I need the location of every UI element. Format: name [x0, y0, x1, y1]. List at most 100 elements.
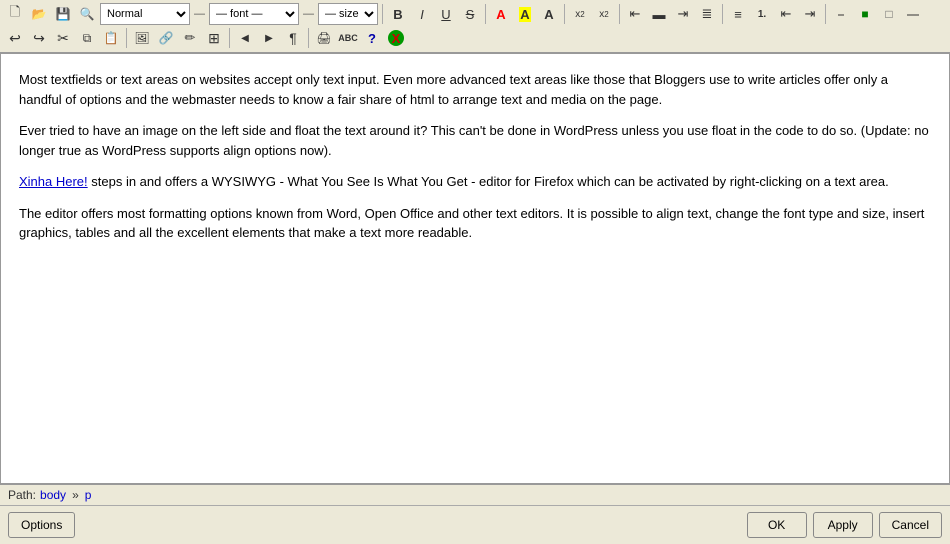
copy-button[interactable]: ⧉: [76, 27, 98, 49]
color-fg-icon: A: [496, 7, 505, 22]
p-link[interactable]: p: [85, 488, 92, 502]
bgcolor-button[interactable]: ■: [854, 3, 876, 25]
fgcolor-icon: □: [885, 7, 892, 21]
help-button[interactable]: ?: [361, 27, 383, 49]
align-right-button[interactable]: ⇥: [672, 3, 694, 25]
cancel-button[interactable]: Cancel: [879, 512, 942, 538]
separator-2: [485, 4, 486, 24]
xinha-icon: X: [388, 30, 404, 46]
align-justify-button[interactable]: ≣: [696, 3, 718, 25]
link-button[interactable]: 🔗: [155, 27, 177, 49]
indent-button[interactable]: ⇥: [799, 3, 821, 25]
paragraph-1: Most textfields or text areas on website…: [19, 70, 931, 109]
list-ul-button[interactable]: ≡: [727, 3, 749, 25]
color-bg-button[interactable]: A: [514, 3, 536, 25]
paragraph-3: Xinha Here! steps in and offers a WYSIWY…: [19, 172, 931, 192]
ok-button[interactable]: OK: [747, 512, 807, 538]
separator-4: [619, 4, 620, 24]
align-justify-icon: ≣: [702, 6, 713, 22]
link-icon: 🔗: [159, 31, 174, 45]
print-button[interactable]: [313, 27, 335, 49]
spell-icon: ABC: [338, 33, 358, 43]
list-ol-icon: 1.: [758, 9, 766, 20]
bottom-right: OK Apply Cancel: [747, 512, 942, 538]
separator-3: [564, 4, 565, 24]
spell-button[interactable]: ABC: [337, 27, 359, 49]
separator-9: [308, 28, 309, 48]
paste-icon: [104, 31, 119, 45]
para-button[interactable]: [282, 27, 304, 49]
redo-icon: [33, 30, 45, 47]
apply-button[interactable]: Apply: [813, 512, 873, 538]
toolbar: Normal — — font — — — size — B I U S A A…: [0, 0, 950, 53]
color-bg-icon: A: [519, 7, 530, 22]
zoom-icon: [80, 7, 95, 21]
bold-button[interactable]: B: [387, 3, 409, 25]
font-label-sep: —: [192, 8, 207, 20]
bottom-bar: Options OK Apply Cancel: [0, 505, 950, 544]
indent-icon: ⇥: [805, 6, 816, 22]
separator-7: [126, 28, 127, 48]
paragraph-4: The editor offers most formatting option…: [19, 204, 931, 243]
underline-button[interactable]: U: [435, 3, 457, 25]
align-left-button[interactable]: ⇤: [624, 3, 646, 25]
open-button[interactable]: [28, 3, 50, 25]
sub-icon: 2: [580, 10, 584, 19]
superscript-button[interactable]: x2: [593, 3, 615, 25]
list-ol-button[interactable]: 1.: [751, 3, 773, 25]
toolbar-row-2: ⧉ 🔗 ABC ? X: [4, 27, 946, 49]
subscript-button[interactable]: x2: [569, 3, 591, 25]
color-plain-button[interactable]: A: [538, 3, 560, 25]
italic-button[interactable]: I: [411, 3, 433, 25]
undo-button[interactable]: [4, 27, 26, 49]
table-icon: [208, 30, 220, 47]
help-icon: ?: [368, 31, 376, 46]
redo-button[interactable]: [28, 27, 50, 49]
back-button[interactable]: [234, 27, 256, 49]
table-button[interactable]: [203, 27, 225, 49]
copy-icon: ⧉: [83, 31, 92, 46]
pencil-button[interactable]: [179, 27, 201, 49]
hr-button[interactable]: ⎯: [830, 3, 852, 25]
undo-icon: [9, 30, 21, 47]
cut-button[interactable]: [52, 27, 74, 49]
hr-icon: ⎯: [838, 7, 844, 22]
size-select[interactable]: — size —: [318, 3, 378, 25]
separator-6: [825, 4, 826, 24]
color-plain-icon: A: [544, 7, 553, 22]
print-icon: [316, 31, 331, 45]
status-bar: Path: body » p: [0, 484, 950, 505]
toolbar-row-1: Normal — — font — — — size — B I U S A A…: [4, 3, 946, 25]
back-icon: [241, 32, 249, 44]
options-button[interactable]: Options: [8, 512, 75, 538]
separator-8: [229, 28, 230, 48]
remove-format-icon: ⎯⎯: [907, 7, 919, 22]
style-select[interactable]: Normal: [100, 3, 190, 25]
outdent-button[interactable]: ⇤: [775, 3, 797, 25]
paste-button[interactable]: [100, 27, 122, 49]
size-label-sep: —: [301, 8, 316, 20]
editor-content[interactable]: Most textfields or text areas on website…: [0, 53, 950, 484]
pencil-icon: [185, 30, 196, 46]
save-button[interactable]: [52, 3, 74, 25]
font-select[interactable]: — font —: [209, 3, 299, 25]
image-button[interactable]: [131, 27, 153, 49]
xinha-link[interactable]: Xinha Here!: [19, 174, 88, 189]
remove-format-button[interactable]: ⎯⎯: [902, 3, 924, 25]
bottom-left: Options: [8, 512, 75, 538]
image-icon: [134, 31, 149, 45]
strikethrough-button[interactable]: S: [459, 3, 481, 25]
new-button[interactable]: [4, 3, 26, 25]
fwd-button[interactable]: [258, 27, 280, 49]
outdent-icon: ⇤: [781, 6, 792, 22]
zoom-button[interactable]: [76, 3, 98, 25]
new-icon: [10, 3, 20, 25]
xinha-button[interactable]: X: [385, 27, 407, 49]
list-ul-icon: ≡: [734, 7, 742, 22]
align-center-button[interactable]: ▬: [648, 3, 670, 25]
align-right-icon: ⇥: [678, 6, 689, 22]
body-link[interactable]: body: [40, 488, 66, 502]
color-fg-button[interactable]: A: [490, 3, 512, 25]
fgcolor-button[interactable]: □: [878, 3, 900, 25]
open-icon: [32, 7, 47, 21]
